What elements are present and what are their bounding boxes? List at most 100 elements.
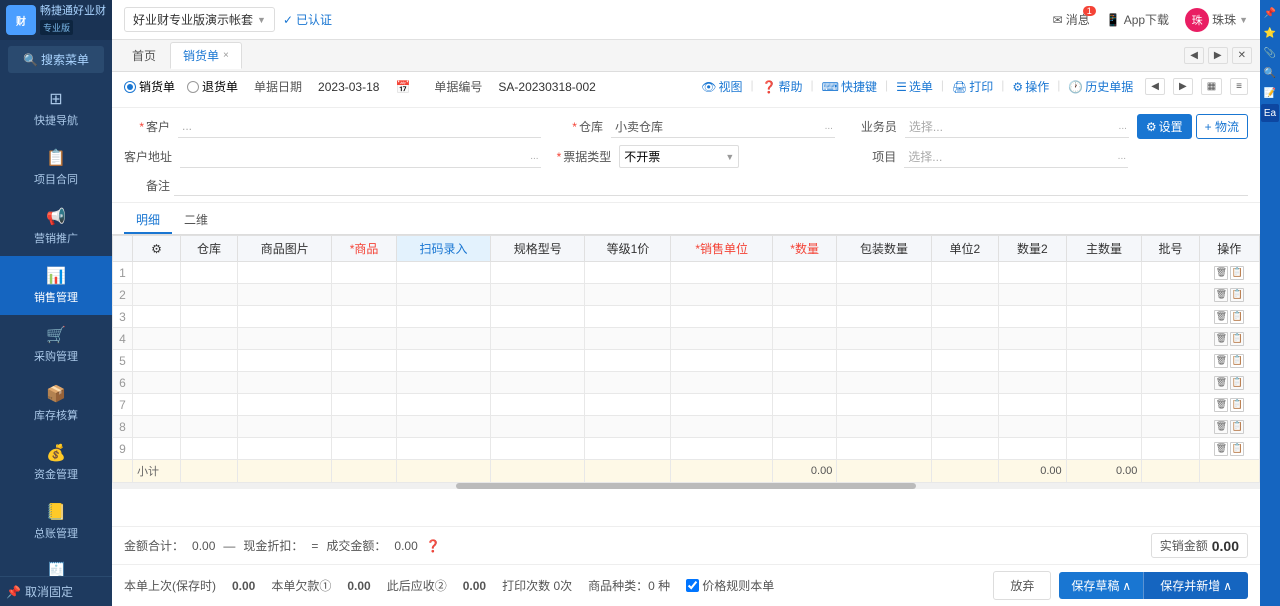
col-batch[interactable]: 批号 [1142, 236, 1199, 262]
qty2-cell[interactable] [999, 262, 1067, 284]
project-more-icon[interactable]: ... [1118, 151, 1126, 162]
abandon-btn[interactable]: 放弃 [993, 571, 1051, 600]
sidebar-item-ledger[interactable]: 📒 总账管理 [0, 492, 112, 551]
user-avatar[interactable]: 珠 珠珠 ▼ [1185, 8, 1248, 32]
copy-icon[interactable]: 📋 [1230, 266, 1244, 280]
pack-qty-cell[interactable] [837, 262, 931, 284]
quantity-cell[interactable] [772, 262, 836, 284]
select-btn[interactable]: ☰ 选单 [896, 78, 933, 95]
calendar-icon[interactable]: 📅 [395, 80, 410, 94]
barcode-cell[interactable] [396, 262, 490, 284]
main-qty-cell[interactable] [1066, 262, 1142, 284]
copy-icon-2[interactable]: 📋 [1230, 288, 1244, 302]
help-btn[interactable]: ❓ 帮助 [762, 78, 803, 95]
scrollbar-thumb[interactable] [456, 483, 915, 489]
address-value[interactable]: ... [180, 146, 541, 168]
col-product-img[interactable]: 商品图片 [238, 236, 332, 262]
sidebar-item-sales[interactable]: 📊 销售管理 [0, 256, 112, 315]
doc-prev-btn[interactable]: ◀ [1145, 78, 1165, 95]
del-6[interactable]: 🗑 [1214, 376, 1228, 390]
del-3[interactable]: 🗑 [1214, 310, 1228, 324]
price-check[interactable]: 价格规则本单 [686, 577, 774, 594]
note-value[interactable] [174, 174, 1248, 196]
col-quantity[interactable]: *数量 [772, 236, 836, 262]
print-btn[interactable]: 🖨 打印 [952, 78, 993, 95]
shortcut-btn[interactable]: ⌨ 快捷键 [822, 78, 877, 95]
unit2-cell[interactable] [931, 262, 999, 284]
col-settings[interactable]: ⚙ [133, 236, 181, 262]
batch-cell[interactable] [1142, 262, 1199, 284]
warehouse-more-icon[interactable]: ... [825, 121, 833, 132]
warehouse-cell[interactable] [180, 262, 237, 284]
doc-next-btn[interactable]: ▶ [1173, 78, 1193, 95]
layout-btn1[interactable]: ▦ [1201, 78, 1222, 95]
copy-8[interactable]: 📋 [1230, 420, 1244, 434]
sidebar-item-marketing[interactable]: 📢 营销推广 [0, 197, 112, 256]
sidebar-item-inventory[interactable]: 📦 库存核算 [0, 374, 112, 433]
messages-btn[interactable]: ✉ 1 消息 [1053, 11, 1090, 28]
company-selector[interactable]: 好业财专业版演示帐套 ▼ [124, 7, 275, 32]
del-4[interactable]: 🗑 [1214, 332, 1228, 346]
salesperson-value[interactable]: 选择... ... [905, 116, 1129, 138]
sidebar-search-area[interactable]: 🔍 搜索菜单 [0, 40, 112, 79]
set-btn[interactable]: ⚙ 设置 [1137, 114, 1192, 139]
project-value[interactable]: 选择... ... [904, 146, 1128, 168]
copy-5[interactable]: 📋 [1230, 354, 1244, 368]
right-panel-pin-icon[interactable]: 📌 [1261, 4, 1279, 22]
del-9[interactable]: 🗑 [1214, 442, 1228, 456]
customer-dots[interactable]: ... [182, 119, 192, 133]
tab-prev-btn[interactable]: ◀ [1184, 47, 1204, 64]
invoice-select[interactable]: 不开票 ▼ [619, 145, 739, 168]
col-grade-price[interactable]: 等级1价 [585, 236, 671, 262]
tab-2d[interactable]: 二维 [172, 207, 220, 234]
sale-unit-cell[interactable] [671, 262, 772, 284]
warehouse-value[interactable]: 小卖仓库 ... [611, 116, 835, 138]
operation-btn[interactable]: ⚙ 操作 [1012, 78, 1049, 95]
delete-icon-2[interactable]: 🗑 [1214, 288, 1228, 302]
add-logistics-btn[interactable]: + 物流 [1196, 114, 1248, 139]
col-pack-qty[interactable]: 包装数量 [837, 236, 931, 262]
col-spec[interactable]: 规格型号 [491, 236, 585, 262]
col-sale-unit[interactable]: *销售单位 [671, 236, 772, 262]
col-unit2[interactable]: 单位2 [931, 236, 999, 262]
del-8[interactable]: 🗑 [1214, 420, 1228, 434]
app-download-btn[interactable]: 📱 App下载 [1106, 11, 1169, 28]
tab-close-btn[interactable]: ✕ [1232, 47, 1252, 64]
address-more-icon[interactable]: ... [530, 151, 538, 162]
save-new-btn[interactable]: 保存并新增 ∧ [1143, 572, 1248, 599]
layout-btn2[interactable]: ≡ [1230, 78, 1248, 95]
spec-cell[interactable] [491, 262, 585, 284]
col-warehouse[interactable]: 仓库 [180, 236, 237, 262]
tab-close-icon[interactable]: × [223, 50, 229, 61]
copy-6[interactable]: 📋 [1230, 376, 1244, 390]
copy-7[interactable]: 📋 [1230, 398, 1244, 412]
right-panel-attach-icon[interactable]: 📎 [1261, 44, 1279, 62]
tab-home[interactable]: 首页 [120, 43, 168, 68]
sidebar-unpin[interactable]: 📌 取消固定 [0, 576, 112, 606]
copy-3[interactable]: 📋 [1230, 310, 1244, 324]
sidebar-item-finance[interactable]: 💰 资金管理 [0, 433, 112, 492]
tab-next-btn[interactable]: ▶ [1208, 47, 1228, 64]
col-product[interactable]: *商品 [332, 236, 396, 262]
del-7[interactable]: 🗑 [1214, 398, 1228, 412]
right-panel-search-icon[interactable]: 🔍 [1261, 64, 1279, 82]
copy-4[interactable]: 📋 [1230, 332, 1244, 346]
tab-detail[interactable]: 明细 [124, 207, 172, 234]
sidebar-item-nav[interactable]: ⊞ 快捷导航 [0, 79, 112, 138]
radio-return[interactable]: 退货单 [187, 78, 238, 95]
del-5[interactable]: 🗑 [1214, 354, 1228, 368]
price-check-input[interactable] [686, 579, 699, 592]
customer-value[interactable]: ... [178, 116, 541, 138]
sidebar-item-invoice[interactable]: 🧾 发票管理 [0, 551, 112, 576]
copy-9[interactable]: 📋 [1230, 442, 1244, 456]
sidebar-item-purchase[interactable]: 🛒 采购管理 [0, 315, 112, 374]
sidebar-item-projects[interactable]: 📋 项目合同 [0, 138, 112, 197]
col-barcode[interactable]: 扫码录入 [396, 236, 490, 262]
right-panel-star-icon[interactable]: ⭐ [1261, 24, 1279, 42]
save-draft-btn[interactable]: 保存草稿 ∧ [1059, 572, 1143, 599]
radio-sale[interactable]: 销货单 [124, 78, 175, 95]
delete-icon[interactable]: 🗑 [1214, 266, 1228, 280]
col-main-qty[interactable]: 主数量 [1066, 236, 1142, 262]
col-qty2[interactable]: 数量2 [999, 236, 1067, 262]
history-btn[interactable]: 🕐 历史单据 [1068, 78, 1133, 95]
